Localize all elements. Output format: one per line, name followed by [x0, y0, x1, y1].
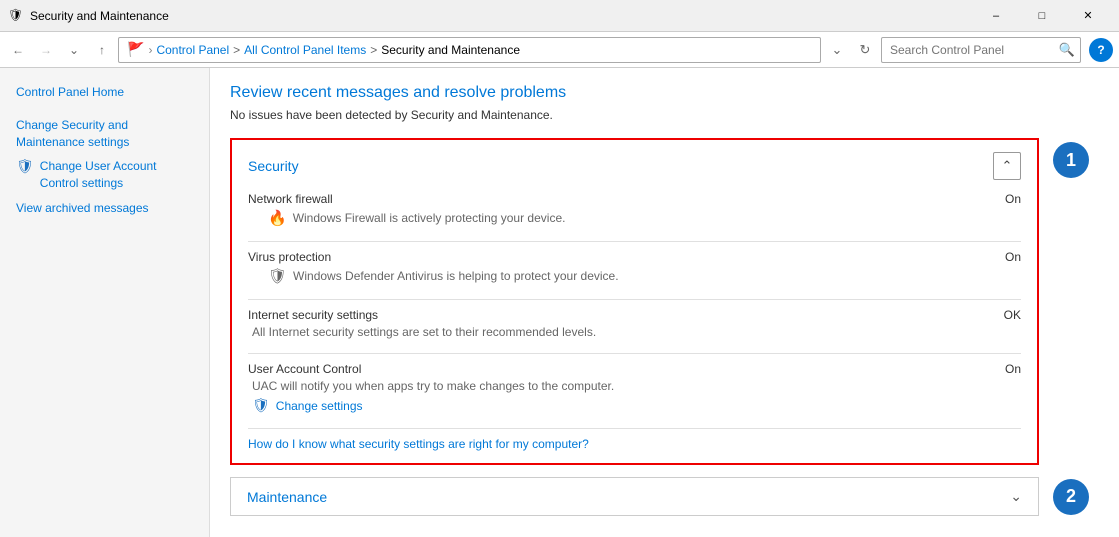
virus-protection-header: Virus protection On [248, 250, 1021, 264]
title-bar: 🛡 Security and Maintenance – □ ✕ [0, 0, 1119, 32]
uac-shield-small-icon: 🛡 [252, 397, 270, 414]
minimize-button[interactable]: – [973, 0, 1019, 32]
virus-protection-desc: 🛡 Windows Defender Antivirus is helping … [248, 267, 1021, 285]
title-bar-icon: 🛡 [8, 8, 24, 24]
uac-item: User Account Control On UAC will notify … [248, 362, 1021, 414]
network-firewall-desc: 🔥 Windows Firewall is actively protectin… [248, 209, 1021, 227]
uac-label: User Account Control [248, 362, 361, 376]
security-section-title: Security [248, 158, 299, 174]
search-input[interactable] [881, 37, 1081, 63]
divider-1 [248, 241, 1021, 242]
sidebar: Control Panel Home Change Security and M… [0, 68, 210, 537]
internet-security-status: OK [1004, 308, 1021, 322]
divider-2 [248, 299, 1021, 300]
internet-security-label: Internet security settings [248, 308, 378, 322]
divider-4 [248, 428, 1021, 429]
maintenance-section-box[interactable]: Maintenance ⌄ [230, 477, 1039, 516]
sidebar-home-link[interactable]: Control Panel Home [0, 80, 209, 105]
defender-icon: 🛡 [268, 267, 287, 285]
maintenance-title: Maintenance [247, 489, 327, 505]
main-layout: Control Panel Home Change Security and M… [0, 68, 1119, 537]
close-button[interactable]: ✕ [1065, 0, 1111, 32]
network-firewall-label: Network firewall [248, 192, 333, 206]
title-bar-controls: – □ ✕ [973, 0, 1111, 32]
maintenance-section-wrapper: Maintenance ⌄ 2 [230, 477, 1039, 516]
path-sep-1: > [233, 43, 240, 57]
path-all-items[interactable]: All Control Panel Items [244, 43, 366, 57]
uac-desc: UAC will notify you when apps try to mak… [248, 379, 1021, 393]
content-area: Review recent messages and resolve probl… [210, 68, 1119, 537]
title-bar-title: Security and Maintenance [30, 9, 973, 23]
internet-security-item: Internet security settings OK All Intern… [248, 308, 1021, 339]
security-section-header: Security ⌃ [248, 152, 1021, 180]
virus-protection-status: On [1005, 250, 1021, 264]
uac-change-row: 🛡 Change settings [248, 397, 1021, 414]
security-collapse-button[interactable]: ⌃ [993, 152, 1021, 180]
path-current: Security and Maintenance [381, 43, 520, 57]
security-footer-link[interactable]: How do I know what security settings are… [248, 437, 1021, 451]
uac-change-settings-link[interactable]: Change settings [276, 399, 363, 413]
sidebar-link-uac-wrapper: 🛡 Change User Account Control settings [0, 154, 209, 196]
help-button[interactable]: ? [1089, 38, 1113, 62]
sidebar-link-uac[interactable]: Change User Account Control settings [40, 158, 193, 192]
divider-3 [248, 353, 1021, 354]
address-bar: ← → ⌄ ↑ 🚩 › Control Panel > All Control … [0, 32, 1119, 68]
path-sep-2: > [370, 43, 377, 57]
security-section-wrapper: Security ⌃ Network firewall On 🔥 Windows… [230, 138, 1039, 465]
refresh-button[interactable]: ↻ [853, 38, 877, 62]
firewall-icon: 🔥 [268, 209, 287, 227]
internet-security-header: Internet security settings OK [248, 308, 1021, 322]
badge-1: 1 [1053, 142, 1089, 178]
uac-shield-icon: 🛡 [16, 158, 34, 175]
security-section-box: Security ⌃ Network firewall On 🔥 Windows… [230, 138, 1039, 465]
sidebar-link-security-settings[interactable]: Change Security and Maintenance settings [0, 113, 209, 155]
dropdown-history-button[interactable]: ⌄ [62, 38, 86, 62]
network-firewall-desc-text: Windows Firewall is actively protecting … [293, 211, 566, 225]
virus-protection-label: Virus protection [248, 250, 331, 264]
network-firewall-item: Network firewall On 🔥 Windows Firewall i… [248, 192, 1021, 227]
virus-protection-item: Virus protection On 🛡 Windows Defender A… [248, 250, 1021, 285]
up-button[interactable]: ↑ [90, 38, 114, 62]
path-control-panel[interactable]: Control Panel [156, 43, 229, 57]
forward-button[interactable]: → [34, 38, 58, 62]
uac-header: User Account Control On [248, 362, 1021, 376]
page-subtitle: No issues have been detected by Security… [230, 108, 1099, 122]
search-wrapper: 🔍 [881, 37, 1081, 63]
uac-status: On [1005, 362, 1021, 376]
page-title: Review recent messages and resolve probl… [230, 84, 1099, 102]
maximize-button[interactable]: □ [1019, 0, 1065, 32]
internet-security-desc: All Internet security settings are set t… [248, 325, 1021, 339]
sidebar-link-archived[interactable]: View archived messages [0, 196, 209, 221]
path-sep-arrow: › [148, 43, 152, 57]
network-firewall-status: On [1005, 192, 1021, 206]
flag-icon: 🚩 [127, 41, 144, 58]
virus-protection-desc-text: Windows Defender Antivirus is helping to… [293, 269, 619, 283]
maintenance-collapse-icon: ⌄ [1010, 488, 1022, 505]
network-firewall-header: Network firewall On [248, 192, 1021, 206]
back-button[interactable]: ← [6, 38, 30, 62]
badge-2: 2 [1053, 479, 1089, 515]
dropdown-path-button[interactable]: ⌄ [825, 38, 849, 62]
address-path: 🚩 › Control Panel > All Control Panel It… [118, 37, 821, 63]
